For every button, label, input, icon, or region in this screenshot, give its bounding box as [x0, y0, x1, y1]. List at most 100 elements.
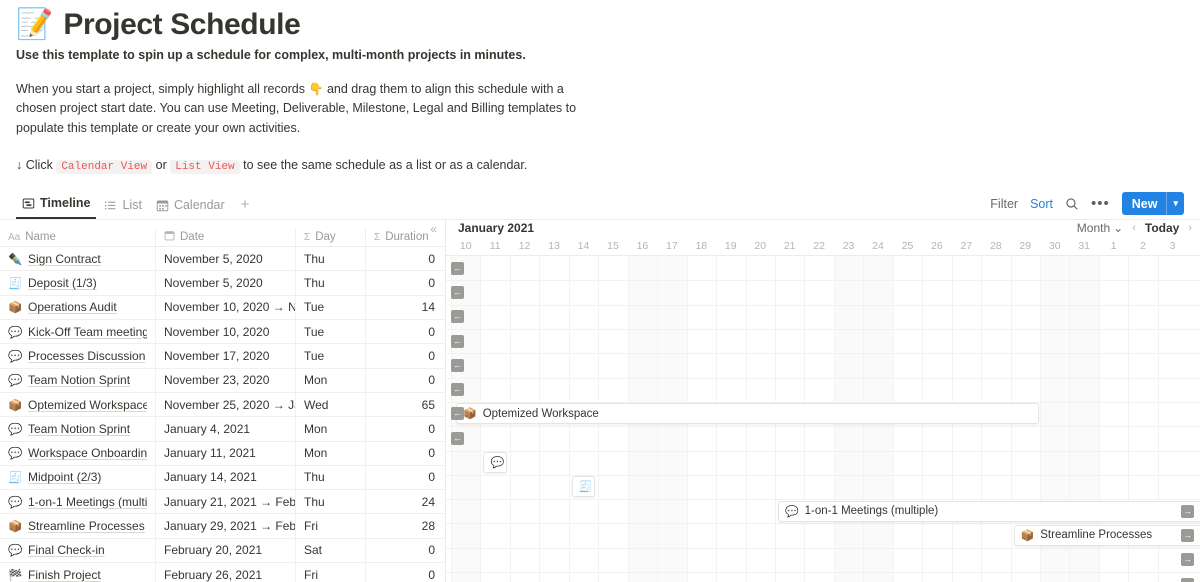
cell-date[interactable]: November 5, 2020: [156, 247, 296, 271]
cell-day[interactable]: Fri: [296, 514, 366, 538]
scroll-left-nub-icon[interactable]: ←: [451, 358, 464, 372]
record-name[interactable]: Sign Contract: [28, 252, 101, 266]
cell-name[interactable]: 📦 Optemized Workspace: [0, 392, 156, 417]
table-row[interactable]: 💬 Processes Discussion November 17, 2020 Tu…: [0, 344, 445, 369]
record-name[interactable]: Processes Discussion: [28, 349, 145, 363]
next-period-icon[interactable]: ›: [1188, 222, 1192, 234]
timeline-bar[interactable]: 💬 1-on-1 Meetings (multiple): [777, 500, 1200, 522]
cell-date[interactable]: January 21, 2021 → February: [156, 490, 296, 514]
cell-date[interactable]: November 17, 2020: [156, 344, 296, 368]
scroll-right-nub-icon[interactable]: →: [1181, 504, 1194, 518]
table-row[interactable]: 💬 Kick-Off Team meeting November 10, 2020 T…: [0, 320, 445, 345]
search-icon[interactable]: [1065, 197, 1079, 211]
scroll-right-nub-icon[interactable]: →: [1181, 577, 1194, 582]
cell-day[interactable]: Thu: [296, 247, 366, 271]
cell-day[interactable]: Fri: [296, 562, 366, 582]
cell-name[interactable]: 💬 Workspace Onboarding: [0, 441, 156, 465]
record-name[interactable]: Workspace Onboarding: [28, 446, 147, 460]
tab-timeline[interactable]: Timeline: [16, 193, 97, 220]
add-view-button[interactable]: +: [233, 196, 258, 219]
cell-day[interactable]: Tue: [296, 295, 366, 320]
cell-date[interactable]: February 20, 2021: [156, 538, 296, 562]
cell-day[interactable]: Tue: [296, 320, 366, 344]
table-row[interactable]: 📦 Streamline Processes January 29, 2021 → …: [0, 514, 445, 539]
collapse-panel-icon[interactable]: «: [430, 223, 437, 235]
table-row[interactable]: 💬 Team Notion Sprint November 23, 2020 Mon 0: [0, 368, 445, 393]
cell-duration[interactable]: 0: [366, 344, 445, 367]
table-row[interactable]: 💬 Final Check-in February 20, 2021 Sat 0: [0, 538, 445, 563]
filter-button[interactable]: Filter: [990, 197, 1018, 211]
chevron-down-icon[interactable]: ▾: [1167, 198, 1184, 209]
column-header-date[interactable]: Date: [156, 228, 296, 247]
cell-date[interactable]: January 14, 2021: [156, 465, 296, 490]
calendar-view-code[interactable]: Calendar View: [56, 160, 153, 175]
cell-name[interactable]: 🧾 Deposit (1/3): [0, 271, 156, 295]
cell-name[interactable]: 📦 Operations Audit: [0, 295, 156, 320]
cell-day[interactable]: Thu: [296, 465, 366, 490]
cell-duration[interactable]: 14: [366, 296, 445, 319]
new-button[interactable]: New ▾: [1121, 192, 1184, 216]
cell-date[interactable]: January 11, 2021: [156, 441, 296, 465]
table-row[interactable]: 🏁 Finish Project February 26, 2021 Fri 0: [0, 562, 445, 582]
table-row[interactable]: 💬 Workspace Onboarding January 11, 2021 Mon…: [0, 441, 445, 466]
cell-date[interactable]: November 10, 2020: [156, 320, 296, 344]
cell-duration[interactable]: 0: [366, 247, 445, 270]
sort-button[interactable]: Sort: [1030, 197, 1053, 211]
scroll-left-nub-icon[interactable]: ←: [451, 431, 464, 445]
table-row[interactable]: 🧾 Deposit (1/3) November 5, 2020 Thu 0: [0, 271, 445, 296]
cell-day[interactable]: Mon: [296, 441, 366, 465]
cell-name[interactable]: 💬 Final Check-in: [0, 538, 156, 562]
cell-name[interactable]: ✒️ Sign Contract: [0, 247, 156, 271]
record-name[interactable]: Optemized Workspace: [28, 398, 147, 412]
record-name[interactable]: Finish Project: [28, 568, 101, 582]
timeline-bar[interactable]: 📦 Streamline Processes: [1013, 524, 1200, 546]
cell-duration[interactable]: 24: [366, 490, 445, 513]
cell-date[interactable]: November 23, 2020: [156, 368, 296, 392]
table-row[interactable]: 📦 Optemized Workspace November 25, 2020 → …: [0, 392, 445, 418]
record-name[interactable]: Midpoint (2/3): [28, 470, 101, 484]
column-header-name[interactable]: Aa Name: [0, 228, 156, 247]
record-name[interactable]: Team Notion Sprint: [28, 373, 130, 387]
cell-duration[interactable]: 28: [366, 514, 445, 537]
record-name[interactable]: Kick-Off Team meeting: [28, 325, 147, 339]
cell-duration[interactable]: 0: [366, 466, 445, 489]
column-header-day[interactable]: Σ Day: [296, 228, 366, 247]
cell-date[interactable]: February 26, 2021: [156, 562, 296, 582]
table-row[interactable]: 📦 Operations Audit November 10, 2020 → Nov…: [0, 295, 445, 321]
cell-day[interactable]: Sat: [296, 538, 366, 562]
cell-name[interactable]: 💬 Team Notion Sprint: [0, 417, 156, 441]
scroll-left-nub-icon[interactable]: ←: [451, 310, 464, 324]
scroll-right-nub-icon[interactable]: →: [1181, 528, 1194, 542]
scroll-right-nub-icon[interactable]: →: [1181, 553, 1194, 567]
record-name[interactable]: Team Notion Sprint: [28, 422, 130, 436]
cell-day[interactable]: Tue: [296, 344, 366, 368]
record-name[interactable]: 1-on-1 Meetings (multip: [28, 495, 147, 509]
record-name[interactable]: Streamline Processes: [28, 519, 145, 533]
list-view-code[interactable]: List View: [170, 160, 240, 175]
cell-name[interactable]: 💬 Processes Discussion: [0, 344, 156, 368]
scroll-left-nub-icon[interactable]: ←: [451, 334, 464, 348]
cell-name[interactable]: 💬 Kick-Off Team meeting: [0, 320, 156, 344]
table-row[interactable]: 🧾 Midpoint (2/3) January 14, 2021 Thu 0: [0, 465, 445, 491]
scroll-left-nub-icon[interactable]: ←: [451, 285, 464, 299]
cell-day[interactable]: Thu: [296, 490, 366, 514]
cell-date[interactable]: November 25, 2020 → Janua: [156, 392, 296, 417]
cell-name[interactable]: 🏁 Finish Project: [0, 562, 156, 582]
record-name[interactable]: Operations Audit: [28, 300, 117, 314]
cell-duration[interactable]: 0: [366, 369, 445, 392]
cell-day[interactable]: Mon: [296, 417, 366, 441]
cell-name[interactable]: 💬 1-on-1 Meetings (multip: [0, 490, 156, 514]
prev-period-icon[interactable]: ‹: [1132, 222, 1136, 234]
tab-list[interactable]: List: [98, 195, 147, 219]
timeline-bar[interactable]: 🧾Midpoint (2/3): [571, 476, 596, 498]
cell-duration[interactable]: 0: [366, 417, 445, 440]
table-row[interactable]: 💬 Team Notion Sprint January 4, 2021 Mon 0: [0, 417, 445, 442]
tab-calendar[interactable]: Calendar: [150, 195, 231, 219]
ellipsis-icon[interactable]: •••: [1091, 196, 1110, 211]
record-name[interactable]: Final Check-in: [28, 543, 105, 557]
cell-name[interactable]: 🧾 Midpoint (2/3): [0, 465, 156, 490]
cell-name[interactable]: 📦 Streamline Processes: [0, 514, 156, 538]
scroll-left-nub-icon[interactable]: ←: [451, 383, 464, 397]
cell-date[interactable]: January 4, 2021: [156, 417, 296, 441]
table-row[interactable]: 💬 1-on-1 Meetings (multip January 21, 2021…: [0, 490, 445, 515]
